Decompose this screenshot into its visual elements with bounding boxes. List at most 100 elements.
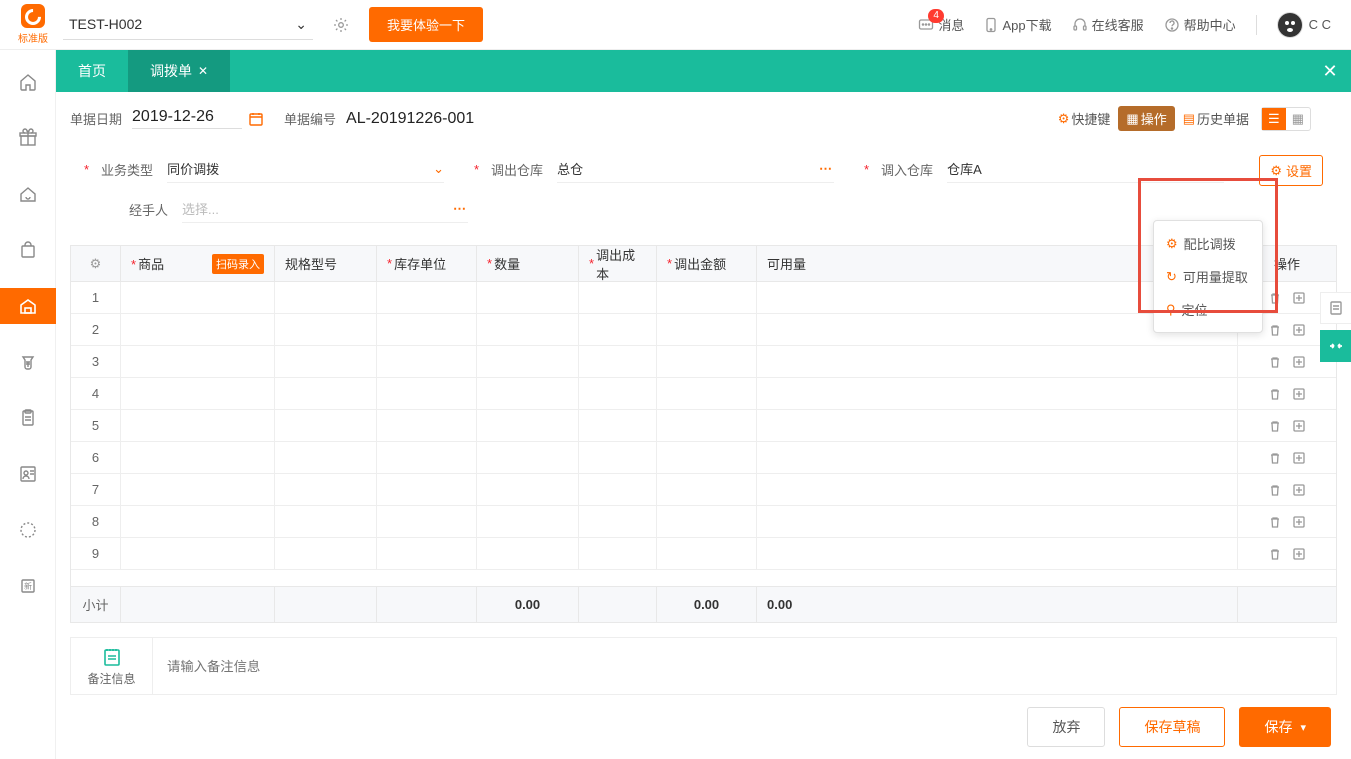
table-row[interactable]: 7 — [71, 474, 1336, 506]
dropdown-ratio-transfer[interactable]: ⚙配比调拨 — [1154, 227, 1262, 260]
out-warehouse-field[interactable]: *调出仓库 总仓⋯ — [474, 155, 834, 183]
delete-icon[interactable] — [1268, 451, 1282, 465]
scan-button[interactable]: 扫码录入 — [212, 254, 264, 274]
messages-link[interactable]: 消息 4 — [918, 15, 964, 34]
chevron-down-icon: ▾ — [1300, 721, 1306, 734]
nav-gift-icon[interactable] — [0, 120, 56, 156]
delete-icon[interactable] — [1268, 355, 1282, 369]
col-cost: *调出成本 — [579, 246, 657, 281]
add-row-icon[interactable] — [1292, 547, 1306, 561]
help-link[interactable]: 帮助中心 — [1164, 15, 1236, 34]
table-row[interactable]: 3 — [71, 346, 1336, 378]
history-docs[interactable]: ▤历史单据 — [1183, 109, 1249, 128]
nav-sync-icon[interactable] — [0, 512, 56, 548]
business-type-field[interactable]: *业务类型 同价调拨⌄ — [84, 155, 444, 183]
table-row[interactable]: 8 — [71, 506, 1336, 538]
org-select[interactable]: TEST-H002 ⌄ — [63, 10, 313, 40]
nav-cloud-home-icon[interactable] — [0, 176, 56, 212]
add-row-icon[interactable] — [1292, 387, 1306, 401]
save-button[interactable]: 保存▾ — [1239, 707, 1331, 747]
rail-expand-icon[interactable] — [1320, 330, 1351, 362]
chevron-down-icon: ⌄ — [295, 16, 307, 33]
service-link[interactable]: 在线客服 — [1072, 15, 1144, 34]
app-download-link[interactable]: App下载 — [984, 15, 1051, 34]
nav-money-icon[interactable] — [0, 344, 56, 380]
org-name: TEST-H002 — [69, 16, 142, 32]
table-row[interactable]: 9 — [71, 538, 1336, 570]
gear-small-icon: ⚙ — [1058, 111, 1070, 127]
delete-icon[interactable] — [1268, 547, 1282, 561]
add-row-icon[interactable] — [1292, 355, 1306, 369]
doc-number-value: AL-20191226-001 — [346, 110, 474, 128]
col-unit: *库存单位 — [377, 246, 477, 281]
remarks-input[interactable] — [153, 638, 1336, 694]
shortcut-keys[interactable]: ⚙快捷键 — [1058, 109, 1111, 128]
close-icon[interactable]: ✕ — [198, 64, 208, 78]
user-menu[interactable]: C C — [1277, 12, 1331, 38]
close-all-tabs-icon[interactable]: ✕ — [1309, 50, 1351, 92]
table-row[interactable]: 4 — [71, 378, 1336, 410]
doc-number-label: 单据编号 — [284, 109, 336, 128]
in-warehouse-field[interactable]: *调入仓库 仓库A — [864, 155, 1224, 183]
nav-home-icon[interactable] — [0, 64, 56, 100]
delete-icon[interactable] — [1268, 483, 1282, 497]
handler-field[interactable]: 经手人 选择...⋯ — [108, 195, 468, 223]
delete-icon[interactable] — [1268, 515, 1282, 529]
add-row-icon[interactable] — [1292, 483, 1306, 497]
col-spec: 规格型号 — [275, 246, 377, 281]
tab-home[interactable]: 首页 — [56, 50, 128, 92]
table-row[interactable]: 2 — [71, 314, 1336, 346]
grid-icon: ▦ — [1126, 111, 1138, 127]
col-qty: *数量 — [477, 246, 579, 281]
trial-button[interactable]: 我要体验一下 — [369, 7, 483, 42]
dropdown-extract-available[interactable]: ↻可用量提取 — [1154, 260, 1262, 293]
discard-button[interactable]: 放弃 — [1027, 707, 1105, 747]
col-product: *商品扫码录入 — [121, 246, 275, 281]
action-footer: 放弃 保存草稿 保存▾ — [70, 695, 1351, 759]
headset-icon — [1072, 17, 1088, 33]
operate-button[interactable]: ▦操作 — [1118, 106, 1174, 131]
row-settings-icon[interactable]: ⚙ — [71, 246, 121, 281]
items-table: ⚙ *商品扫码录入 规格型号 *库存单位 *数量 *调出成本 *调出金额 可用量… — [70, 245, 1337, 623]
tab-bar: 首页 调拨单 ✕ ✕ — [56, 50, 1351, 92]
nav-warehouse-icon[interactable] — [0, 288, 56, 324]
nav-clipboard-icon[interactable] — [0, 400, 56, 436]
view-toggle: ☰ ▦ — [1261, 107, 1311, 131]
add-row-icon[interactable] — [1292, 419, 1306, 433]
table-row[interactable]: 6 — [71, 442, 1336, 474]
right-rail — [1320, 292, 1351, 362]
delete-icon[interactable] — [1268, 323, 1282, 337]
rail-note-icon[interactable] — [1320, 292, 1351, 324]
remarks-section: 备注信息 — [70, 637, 1337, 695]
left-sidebar: 新 — [0, 50, 56, 759]
table-header: ⚙ *商品扫码录入 规格型号 *库存单位 *数量 *调出成本 *调出金额 可用量… — [71, 246, 1336, 282]
delete-icon[interactable] — [1268, 419, 1282, 433]
delete-icon[interactable] — [1268, 291, 1282, 305]
add-row-icon[interactable] — [1292, 515, 1306, 529]
nav-bag-icon[interactable] — [0, 232, 56, 268]
messages-badge: 4 — [928, 9, 944, 23]
list-view-icon[interactable]: ☰ — [1262, 108, 1286, 130]
add-row-icon[interactable] — [1292, 323, 1306, 337]
save-draft-button[interactable]: 保存草稿 — [1119, 707, 1225, 747]
document-meta: 单据日期 2019-12-26 单据编号 AL-20191226-001 ⚙快捷… — [70, 106, 1351, 131]
date-value[interactable]: 2019-12-26 — [132, 108, 242, 129]
date-label: 单据日期 — [70, 109, 122, 128]
table-row[interactable]: 5 — [71, 410, 1336, 442]
settings-icon[interactable] — [333, 17, 349, 33]
grid-view-icon[interactable]: ▦ — [1286, 108, 1310, 130]
nav-profile-icon[interactable] — [0, 456, 56, 492]
delete-icon[interactable] — [1268, 387, 1282, 401]
row-number: 3 — [71, 346, 121, 377]
dropdown-locate[interactable]: ⚲定位 — [1154, 293, 1262, 326]
table-subtotal: 小计 0.00 0.00 0.00 — [71, 586, 1336, 622]
field-settings-button[interactable]: ⚙ 设置 — [1259, 155, 1323, 186]
row-number: 2 — [71, 314, 121, 345]
table-row[interactable]: 1 — [71, 282, 1336, 314]
add-row-icon[interactable] — [1292, 291, 1306, 305]
add-row-icon[interactable] — [1292, 451, 1306, 465]
nav-new-icon[interactable]: 新 — [0, 568, 56, 604]
calendar-icon[interactable] — [248, 111, 264, 127]
tab-transfer-order[interactable]: 调拨单 ✕ — [128, 50, 230, 92]
help-icon — [1164, 17, 1180, 33]
